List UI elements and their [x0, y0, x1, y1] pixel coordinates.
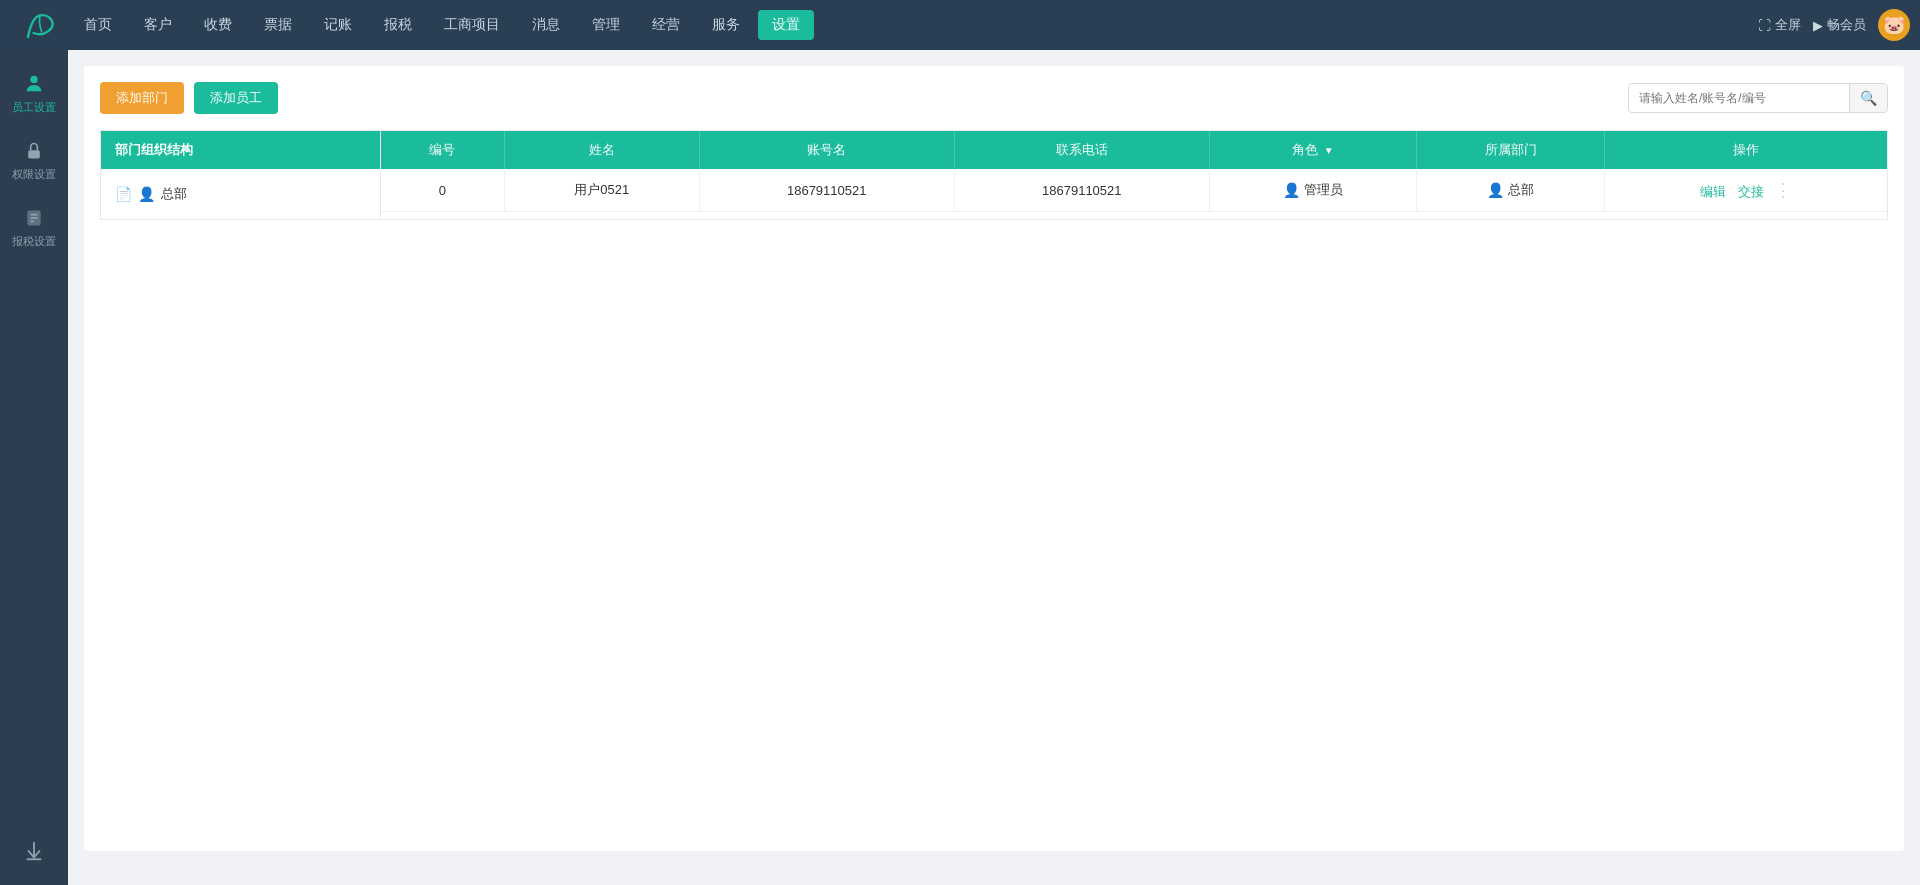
role-user-icon: 👤: [1283, 182, 1300, 198]
employee-table: 编号 姓名 账号名 联系电话 角色 ▼ 所属部门 操作: [381, 131, 1887, 212]
col-header-phone: 联系电话: [954, 131, 1209, 169]
dept-user-icon-2: 👤: [1487, 182, 1504, 198]
search-input[interactable]: [1629, 85, 1849, 111]
col-header-id: 编号: [381, 131, 504, 169]
lock-icon: [22, 139, 46, 163]
add-emp-button[interactable]: 添加员工: [194, 82, 278, 114]
nav-item-bookkeeping[interactable]: 记账: [310, 10, 366, 40]
search-icon: 🔍: [1860, 90, 1877, 106]
nav-items: 首页 客户 收费 票据 记账 报税 工商项目 消息 管理 经营 服务 设置: [70, 10, 1758, 40]
col-header-dept: 所属部门: [1417, 131, 1605, 169]
edit-link[interactable]: 编辑: [1700, 184, 1726, 199]
col-header-account: 账号名: [699, 131, 954, 169]
emp-table: 编号 姓名 账号名 联系电话 角色 ▼ 所属部门 操作: [381, 131, 1887, 219]
table-header-row: 编号 姓名 账号名 联系电话 角色 ▼ 所属部门 操作: [381, 131, 1887, 169]
dept-tree-header: 部门组织结构: [101, 131, 380, 169]
file-icon: 📄: [115, 186, 132, 202]
cell-account: 18679110521: [699, 169, 954, 212]
nav-item-customer[interactable]: 客户: [130, 10, 186, 40]
fullscreen-label: 全屏: [1775, 16, 1801, 34]
vip-icon: ▶: [1813, 18, 1823, 33]
dept-tree-item-general[interactable]: 📄 👤 总部: [101, 177, 380, 211]
toolbar-left: 添加部门 添加员工: [100, 82, 278, 114]
cell-name: 用户0521: [504, 169, 699, 212]
main-content: 添加部门 添加员工 🔍 部门组织结构 📄: [68, 50, 1920, 885]
dept-tree: 部门组织结构 📄 👤 总部: [101, 131, 381, 219]
person-icon: [22, 72, 46, 96]
dept-user-icon: 👤: [138, 186, 155, 202]
table-row: 0 用户0521 18679110521 18679110521 👤 管理员: [381, 169, 1887, 212]
role-value: 管理员: [1304, 181, 1343, 199]
sidebar-item-taxsettings[interactable]: 报税设置: [0, 194, 68, 261]
cell-action: 编辑 交接 ⋮: [1605, 169, 1887, 212]
nav-right: ⛶ 全屏 ▶ 畅会员 🐷: [1758, 9, 1910, 41]
cell-phone: 18679110521: [954, 169, 1209, 212]
nav-item-service[interactable]: 服务: [698, 10, 754, 40]
filter-icon[interactable]: ▼: [1324, 145, 1334, 156]
nav-item-operation[interactable]: 经营: [638, 10, 694, 40]
report-icon: [22, 206, 46, 230]
content-area: 添加部门 添加员工 🔍 部门组织结构 📄: [84, 66, 1904, 851]
nav-item-bill[interactable]: 票据: [250, 10, 306, 40]
nav-item-message[interactable]: 消息: [518, 10, 574, 40]
dept-value: 总部: [1508, 181, 1534, 199]
cell-role: 👤 管理员: [1209, 169, 1416, 212]
top-nav: 首页 客户 收费 票据 记账 报税 工商项目 消息 管理 经营 服务 设置 ⛶ …: [0, 0, 1920, 50]
logo-icon: [24, 9, 56, 41]
fullscreen-icon: ⛶: [1758, 18, 1771, 33]
svg-rect-1: [28, 150, 40, 158]
sidebar-item-taxsettings-label: 报税设置: [12, 234, 56, 249]
avatar[interactable]: 🐷: [1878, 9, 1910, 41]
cell-dept: 👤 总部: [1417, 169, 1605, 212]
sidebar-item-permission-label: 权限设置: [12, 167, 56, 182]
transfer-link[interactable]: 交接: [1738, 184, 1764, 199]
vip-label: 畅会员: [1827, 16, 1866, 34]
nav-item-settings[interactable]: 设置: [758, 10, 814, 40]
two-column-layout: 部门组织结构 📄 👤 总部 编号: [100, 130, 1888, 220]
layout: 员工设置 权限设置 报税设置: [0, 50, 1920, 885]
download-icon: [22, 839, 46, 863]
col-header-name: 姓名: [504, 131, 699, 169]
col-header-role: 角色 ▼: [1209, 131, 1416, 169]
search-button[interactable]: 🔍: [1849, 84, 1887, 112]
nav-item-home[interactable]: 首页: [70, 10, 126, 40]
sidebar: 员工设置 权限设置 报税设置: [0, 50, 68, 885]
add-dept-button[interactable]: 添加部门: [100, 82, 184, 114]
svg-point-0: [30, 76, 37, 83]
dept-name-general: 总部: [161, 185, 187, 203]
sidebar-item-employee-label: 员工设置: [12, 100, 56, 115]
fullscreen-btn[interactable]: ⛶ 全屏: [1758, 16, 1801, 34]
vip-btn[interactable]: ▶ 畅会员: [1813, 16, 1866, 34]
sidebar-item-permission[interactable]: 权限设置: [0, 127, 68, 194]
nav-item-charge[interactable]: 收费: [190, 10, 246, 40]
sidebar-bottom: [22, 827, 46, 885]
nav-item-tax[interactable]: 报税: [370, 10, 426, 40]
nav-item-bizproject[interactable]: 工商项目: [430, 10, 514, 40]
nav-item-manage[interactable]: 管理: [578, 10, 634, 40]
toolbar: 添加部门 添加员工 🔍: [100, 82, 1888, 114]
sidebar-item-download[interactable]: [22, 827, 46, 875]
col-header-action: 操作: [1605, 131, 1887, 169]
cell-id: 0: [381, 169, 504, 212]
search-box: 🔍: [1628, 83, 1888, 113]
more-btn[interactable]: ⋮: [1774, 180, 1792, 200]
dept-tree-body: 📄 👤 总部: [101, 169, 380, 219]
sidebar-item-employee[interactable]: 员工设置: [0, 60, 68, 127]
logo: [10, 9, 70, 41]
